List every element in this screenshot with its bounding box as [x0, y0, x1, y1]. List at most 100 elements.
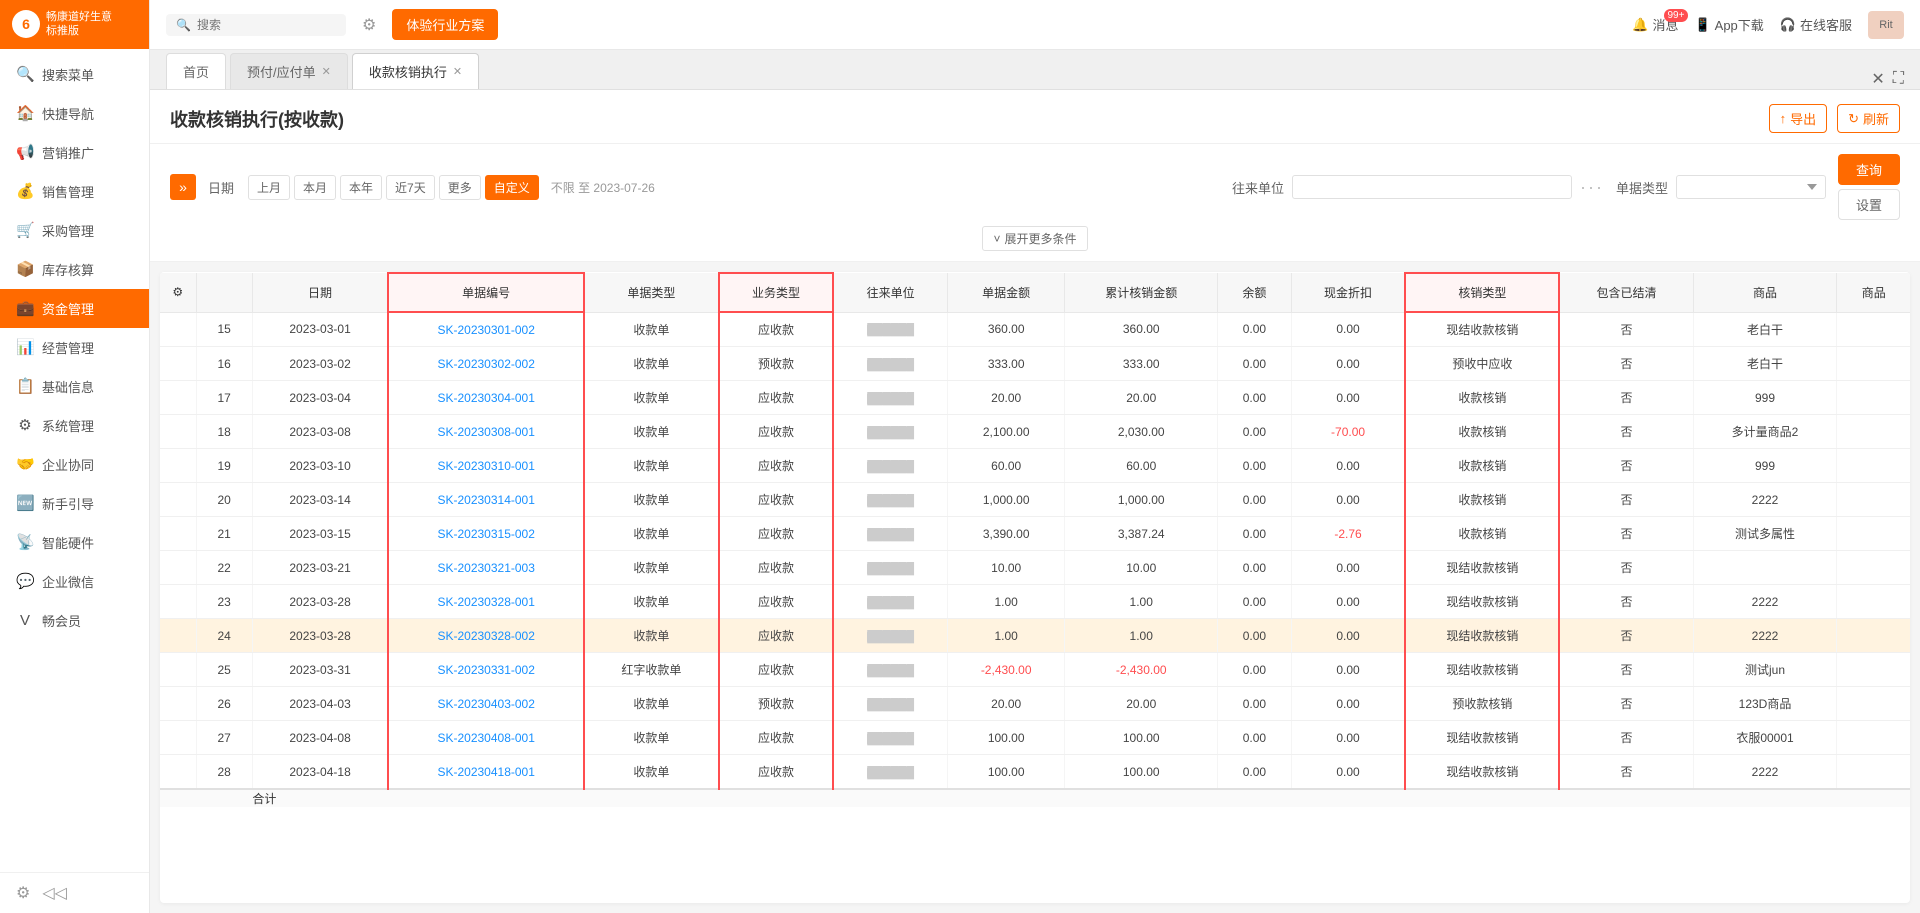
avatar[interactable]: Rit: [1868, 11, 1904, 39]
search-input[interactable]: [197, 18, 317, 32]
cell-doc-no[interactable]: SK-20230304-001: [388, 381, 584, 415]
query-button[interactable]: 查询: [1838, 154, 1900, 185]
cell-doc-no[interactable]: SK-20230308-001: [388, 415, 584, 449]
cell-date: 2023-03-28: [252, 585, 388, 619]
cell-include-settled: 否: [1559, 483, 1693, 517]
doc-no-link[interactable]: SK-20230328-001: [437, 595, 534, 609]
doc-no-link[interactable]: SK-20230321-003: [437, 561, 534, 575]
export-button[interactable]: ↑ 导出: [1769, 104, 1828, 133]
cell-doc-no[interactable]: SK-20230302-002: [388, 347, 584, 381]
sidebar-item-hardware[interactable]: 📡智能硬件: [0, 523, 149, 562]
tab-home[interactable]: 首页: [166, 53, 226, 89]
doc-no-link[interactable]: SK-20230315-002: [437, 527, 534, 541]
topbar-right: 🔔 消息 99+ 📱 App下载 🎧 在线客服 Rit: [1632, 11, 1904, 39]
tab-close-collection[interactable]: ✕: [453, 65, 462, 78]
sidebar-item-guide[interactable]: 🆕新手引导: [0, 484, 149, 523]
cell-doc-no[interactable]: SK-20230403-002: [388, 687, 584, 721]
filter-toggle-button[interactable]: »: [170, 174, 196, 200]
cell-doc-no[interactable]: SK-20230408-001: [388, 721, 584, 755]
expand-conditions-button[interactable]: ˅ 展开更多条件: [982, 226, 1087, 251]
this-month-btn[interactable]: 本月: [294, 175, 336, 200]
cell-doc-no[interactable]: SK-20230301-002: [388, 312, 584, 347]
refresh-button[interactable]: ↻ 刷新: [1837, 104, 1900, 133]
sidebar-item-member[interactable]: V畅会员: [0, 601, 149, 640]
fullscreen-icon[interactable]: ⛶: [1893, 70, 1904, 88]
partner-input[interactable]: [1292, 175, 1572, 199]
sidebar-item-label: 资金管理: [42, 299, 94, 318]
sidebar-item-purchase[interactable]: 🛒采购管理: [0, 211, 149, 250]
cell-doc-no[interactable]: SK-20230328-001: [388, 585, 584, 619]
cell-doc-no[interactable]: SK-20230321-003: [388, 551, 584, 585]
tab-payable[interactable]: 预付/应付单✕: [230, 53, 348, 89]
col-doc-no: 单据编号: [388, 273, 584, 312]
doc-no-link[interactable]: SK-20230302-002: [437, 357, 534, 371]
cell-partner: ██████: [833, 483, 947, 517]
doc-no-link[interactable]: SK-20230304-001: [437, 391, 534, 405]
cell-doc-no[interactable]: SK-20230328-002: [388, 619, 584, 653]
sidebar-item-search[interactable]: 🔍搜索菜单: [0, 55, 149, 94]
sidebar-item-operations[interactable]: 📊经营管理: [0, 328, 149, 367]
col-setting[interactable]: ⚙: [160, 273, 196, 312]
col-doc-amount: 单据金额: [947, 273, 1065, 312]
doc-no-link[interactable]: SK-20230310-001: [437, 459, 534, 473]
table-settings-button[interactable]: 设置: [1838, 189, 1900, 220]
marketing-icon: 📢: [16, 143, 34, 161]
cell-doc-no[interactable]: SK-20230331-002: [388, 653, 584, 687]
sidebar-item-collab[interactable]: 🤝企业协同: [0, 445, 149, 484]
more-date-btn[interactable]: 更多: [439, 175, 481, 200]
col-date: 日期: [252, 273, 388, 312]
cell-goods: 999: [1693, 449, 1837, 483]
app-download-button[interactable]: 📱 App下载: [1694, 15, 1763, 34]
notification-button[interactable]: 🔔 消息 99+: [1632, 15, 1678, 34]
cell-setting: [160, 347, 196, 381]
cell-doc-amount: 3,390.00: [947, 517, 1065, 551]
cell-date: 2023-03-04: [252, 381, 388, 415]
last-7-days-btn[interactable]: 近7天: [386, 175, 435, 200]
main-content: 🔍 ⚙ 体验行业方案 🔔 消息 99+ 📱 App下载 🎧 在线客服 Rit 首…: [150, 0, 1920, 913]
cell-doc-no[interactable]: SK-20230314-001: [388, 483, 584, 517]
sidebar-item-finance[interactable]: 💼资金管理: [0, 289, 149, 328]
solution-button[interactable]: 体验行业方案: [392, 9, 498, 40]
tab-collection[interactable]: 收款核销执行✕: [352, 53, 479, 89]
doc-no-link[interactable]: SK-20230331-002: [437, 663, 534, 677]
online-service-button[interactable]: 🎧 在线客服: [1780, 15, 1852, 34]
cell-goods2: [1837, 687, 1910, 721]
cell-include-settled: 否: [1559, 721, 1693, 755]
close-all-icon[interactable]: ✕: [1871, 69, 1884, 89]
sidebar-item-inventory[interactable]: 📦库存核算: [0, 250, 149, 289]
col-doc-type: 单据类型: [584, 273, 718, 312]
cell-accum-amount: 1,000.00: [1065, 483, 1218, 517]
doc-no-link[interactable]: SK-20230308-001: [437, 425, 534, 439]
sidebar-item-sales[interactable]: 💰销售管理: [0, 172, 149, 211]
table-row: 19 2023-03-10 SK-20230310-001 收款单 应收款 ██…: [160, 449, 1910, 483]
doc-no-link[interactable]: SK-20230314-001: [437, 493, 534, 507]
sidebar-item-wechat[interactable]: 💬企业微信: [0, 562, 149, 601]
doc-no-link[interactable]: SK-20230418-001: [437, 765, 534, 779]
cell-doc-amount: 1.00: [947, 619, 1065, 653]
collapse-icon[interactable]: ◁◁: [42, 883, 67, 903]
sidebar-item-quick[interactable]: 🏠快捷导航: [0, 94, 149, 133]
sidebar-item-system[interactable]: ⚙系统管理: [0, 406, 149, 445]
this-year-btn[interactable]: 本年: [340, 175, 382, 200]
last-month-btn[interactable]: 上月: [248, 175, 290, 200]
settings-icon[interactable]: ⚙: [16, 883, 30, 903]
cell-doc-no[interactable]: SK-20230310-001: [388, 449, 584, 483]
tab-close-payable[interactable]: ✕: [322, 65, 331, 78]
sidebar-item-label: 快捷导航: [42, 104, 94, 123]
cell-doc-type: 收款单: [584, 619, 718, 653]
cell-doc-no[interactable]: SK-20230418-001: [388, 755, 584, 790]
doc-no-link[interactable]: SK-20230403-002: [437, 697, 534, 711]
cell-goods: [1693, 551, 1837, 585]
sidebar-item-marketing[interactable]: 📢营销推广: [0, 133, 149, 172]
doc-type-select[interactable]: [1676, 175, 1826, 199]
custom-date-btn[interactable]: 自定义: [485, 175, 539, 200]
topbar-search-box[interactable]: 🔍: [166, 14, 346, 36]
doc-no-link[interactable]: SK-20230301-002: [437, 323, 534, 337]
doc-no-link[interactable]: SK-20230328-002: [437, 629, 534, 643]
sidebar-item-basics[interactable]: 📋基础信息: [0, 367, 149, 406]
doc-no-link[interactable]: SK-20230408-001: [437, 731, 534, 745]
gear-icon[interactable]: ⚙: [362, 15, 376, 35]
cell-balance: 0.00: [1218, 347, 1292, 381]
col-goods: 商品: [1693, 273, 1837, 312]
cell-doc-no[interactable]: SK-20230315-002: [388, 517, 584, 551]
